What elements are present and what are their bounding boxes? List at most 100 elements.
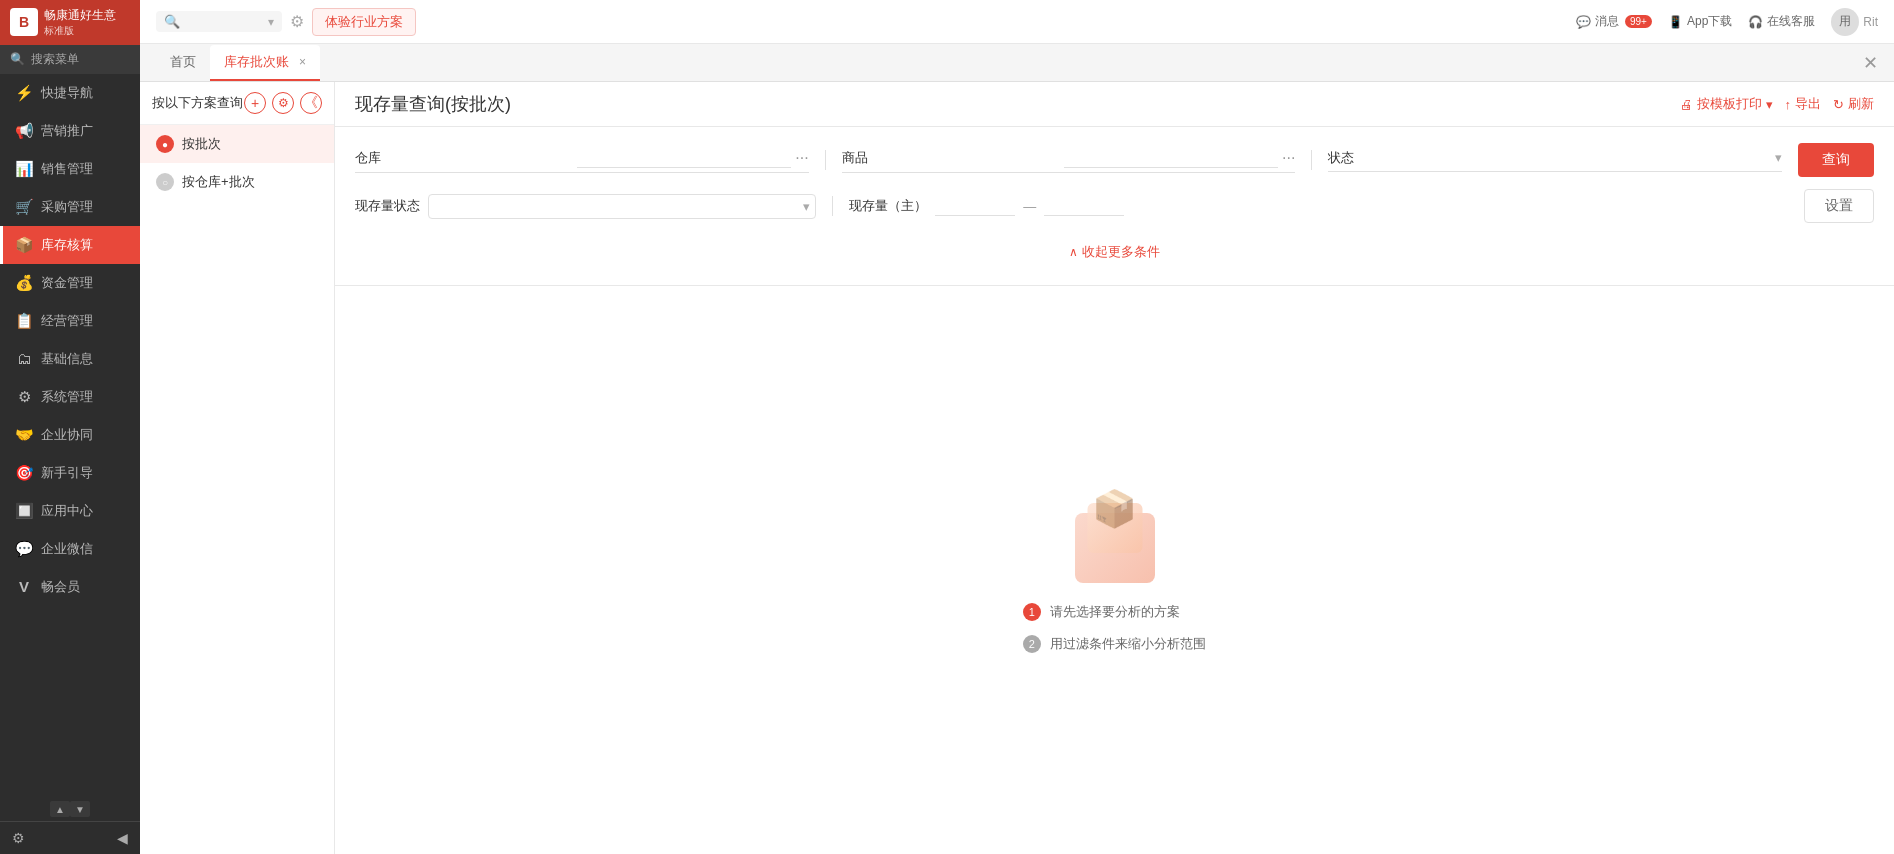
settings-btn[interactable]: 设置 (1804, 189, 1874, 223)
refresh-btn[interactable]: ↻ 刷新 (1833, 95, 1874, 113)
app-download-btn[interactable]: 📱 App下载 (1668, 13, 1732, 30)
print-dropdown-icon[interactable]: ▾ (1766, 97, 1773, 112)
sidebar-item-inventory[interactable]: 📦 库存核算 (0, 226, 140, 264)
basic-icon: 🗂 (15, 350, 33, 367)
headset-icon: 🎧 (1748, 15, 1763, 29)
filter-row-2: 现存量状态 ▾ 现存量（主） — (355, 189, 1874, 223)
sidebar-brand: 畅康通好生意 标准版 (44, 8, 116, 37)
sidebar-item-sales[interactable]: 📊 销售管理 (0, 150, 140, 188)
topbar-dropdown-icon[interactable]: ▾ (268, 15, 274, 29)
collapse-conditions-btn[interactable]: ∧ 收起更多条件 (355, 235, 1874, 269)
warehouse-dots-btn[interactable]: ··· (795, 149, 808, 167)
sales-icon: 📊 (15, 160, 33, 178)
page-title: 现存量查询(按批次) (355, 92, 511, 116)
sidebar-item-system[interactable]: ⚙ 系统管理 (0, 378, 140, 416)
scroll-up-button[interactable]: ▲ (50, 801, 70, 817)
scheme-header-actions: + ⚙ 《 (244, 92, 322, 114)
status-arrow-icon[interactable]: ▾ (1775, 150, 1782, 165)
warehouse-field-label: 仓库 (355, 149, 569, 167)
panel-close-btn[interactable]: ✕ (1863, 52, 1878, 74)
warehouse-input-wrap: 仓库 ··· (355, 148, 809, 173)
messages-btn[interactable]: 💬 消息 99+ (1576, 13, 1652, 30)
query-btn[interactable]: 查询 (1798, 143, 1874, 177)
sidebar-item-wechat[interactable]: 💬 企业微信 (0, 530, 140, 568)
status-filter: 状态 ▾ (1328, 149, 1782, 172)
product-input[interactable] (1064, 148, 1278, 168)
purchase-icon: 🛒 (15, 198, 33, 216)
main-area: 🔍 ▾ ⚙ 体验行业方案 💬 消息 99+ 📱 App下载 🎧 在线客服 (140, 0, 1894, 854)
filter-panel: 仓库 ··· 商品 ··· (335, 127, 1894, 286)
scheme-add-btn[interactable]: + (244, 92, 266, 114)
topbar-settings-icon[interactable]: ⚙ (290, 12, 304, 31)
collapse-up-icon: ∧ (1069, 245, 1078, 259)
topbar-search-box[interactable]: 🔍 ▾ (156, 11, 282, 32)
page-header: 现存量查询(按批次) 🖨 按模板打印 ▾ ↑ 导出 ↻ 刷新 (335, 82, 1894, 127)
sidebar-item-shortcut[interactable]: ⚡ 快捷导航 (0, 74, 140, 112)
scheme-item-by-warehouse-batch[interactable]: ○ 按仓库+批次 (140, 163, 334, 201)
sidebar-item-member[interactable]: V 畅会员 (0, 568, 140, 606)
product-field-label: 商品 (842, 149, 1056, 167)
sidebar-item-finance[interactable]: 💰 资金管理 (0, 264, 140, 302)
sidebar-search[interactable]: 🔍 搜索菜单 (0, 45, 140, 74)
user-name-placeholder: Rit (1863, 15, 1878, 29)
sidebar-item-purchase[interactable]: 🛒 采购管理 (0, 188, 140, 226)
topbar-search-input[interactable] (184, 15, 264, 29)
stock-qty-max-input[interactable] (1044, 196, 1124, 216)
experience-btn[interactable]: 体验行业方案 (312, 8, 416, 36)
stock-status-select-wrap: ▾ (428, 194, 816, 219)
stock-qty-filter: 现存量（主） — (849, 196, 1310, 216)
tabbar: 首页 库存批次账 × ✕ (140, 44, 1894, 82)
scheme-active-icon: ● (156, 135, 174, 153)
sidebar-settings-button[interactable]: ⚙ (12, 830, 25, 846)
product-input-wrap: 商品 ··· (842, 148, 1296, 173)
sidebar-item-marketing[interactable]: 📢 营销推广 (0, 112, 140, 150)
sidebar-item-basic[interactable]: 🗂 基础信息 (0, 340, 140, 378)
user-avatar-btn[interactable]: 用 Rit (1831, 8, 1878, 36)
scroll-down-button[interactable]: ▼ (70, 801, 90, 817)
newbie-icon: 🎯 (15, 464, 33, 482)
topbar-left: 🔍 ▾ ⚙ 体验行业方案 (156, 8, 1566, 36)
marketing-icon: 📢 (15, 122, 33, 140)
tab-home[interactable]: 首页 (156, 45, 210, 81)
warehouse-input[interactable] (577, 148, 791, 168)
inventory-icon: 📦 (15, 236, 33, 254)
sidebar-item-operations[interactable]: 📋 经营管理 (0, 302, 140, 340)
sidebar-header: B 畅康通好生意 标准版 (0, 0, 140, 45)
filter-divider-2 (1311, 150, 1312, 170)
empty-illustration: 📦 (1055, 483, 1175, 583)
online-service-btn[interactable]: 🎧 在线客服 (1748, 13, 1815, 30)
stock-status-select[interactable] (428, 194, 816, 219)
sidebar-collapse-button[interactable]: ◀ (117, 830, 128, 846)
stock-status-filter: 现存量状态 ▾ (355, 194, 816, 219)
sidebar-scroll-buttons: ▲ ▼ (0, 797, 140, 821)
tip-num-1: 1 (1023, 603, 1041, 621)
scheme-title: 按以下方案查询 (152, 94, 243, 112)
sidebar-item-newbie[interactable]: 🎯 新手引导 (0, 454, 140, 492)
stock-qty-dash: — (1023, 199, 1036, 214)
warehouse-filter: 仓库 ··· (355, 148, 809, 173)
sidebar: B 畅康通好生意 标准版 🔍 搜索菜单 ⚡ 快捷导航 📢 营销推广 📊 销售管理… (0, 0, 140, 854)
refresh-icon: ↻ (1833, 97, 1844, 112)
page-header-actions: 🖨 按模板打印 ▾ ↑ 导出 ↻ 刷新 (1680, 95, 1875, 113)
download-icon: 📱 (1668, 15, 1683, 29)
scheme-settings-btn[interactable]: ⚙ (272, 92, 294, 114)
empty-tips: 1 请先选择要分析的方案 2 用过滤条件来缩小分析范围 (1023, 599, 1207, 657)
export-btn[interactable]: ↑ 导出 (1785, 95, 1822, 113)
scheme-collapse-btn[interactable]: 《 (300, 92, 322, 114)
tip-num-2: 2 (1023, 635, 1041, 653)
sidebar-item-collab[interactable]: 🤝 企业协同 (0, 416, 140, 454)
stock-qty-label: 现存量（主） (849, 197, 927, 215)
sidebar-logo: B (10, 8, 38, 36)
empty-state: 📦 1 请先选择要分析的方案 2 用过滤条件来缩小分析范围 (335, 286, 1894, 854)
stock-qty-min-input[interactable] (935, 196, 1015, 216)
product-dots-btn[interactable]: ··· (1282, 149, 1295, 167)
tab-close-btn[interactable]: × (299, 55, 306, 69)
operations-icon: 📋 (15, 312, 33, 330)
print-btn[interactable]: 🖨 按模板打印 ▾ (1680, 95, 1773, 113)
sidebar-item-appstore[interactable]: 🔲 应用中心 (0, 492, 140, 530)
member-icon: V (15, 578, 33, 595)
avatar: 用 (1831, 8, 1859, 36)
tab-inventory-batch[interactable]: 库存批次账 × (210, 45, 320, 81)
topbar-search-icon: 🔍 (164, 14, 180, 29)
scheme-item-by-batch[interactable]: ● 按批次 (140, 125, 334, 163)
